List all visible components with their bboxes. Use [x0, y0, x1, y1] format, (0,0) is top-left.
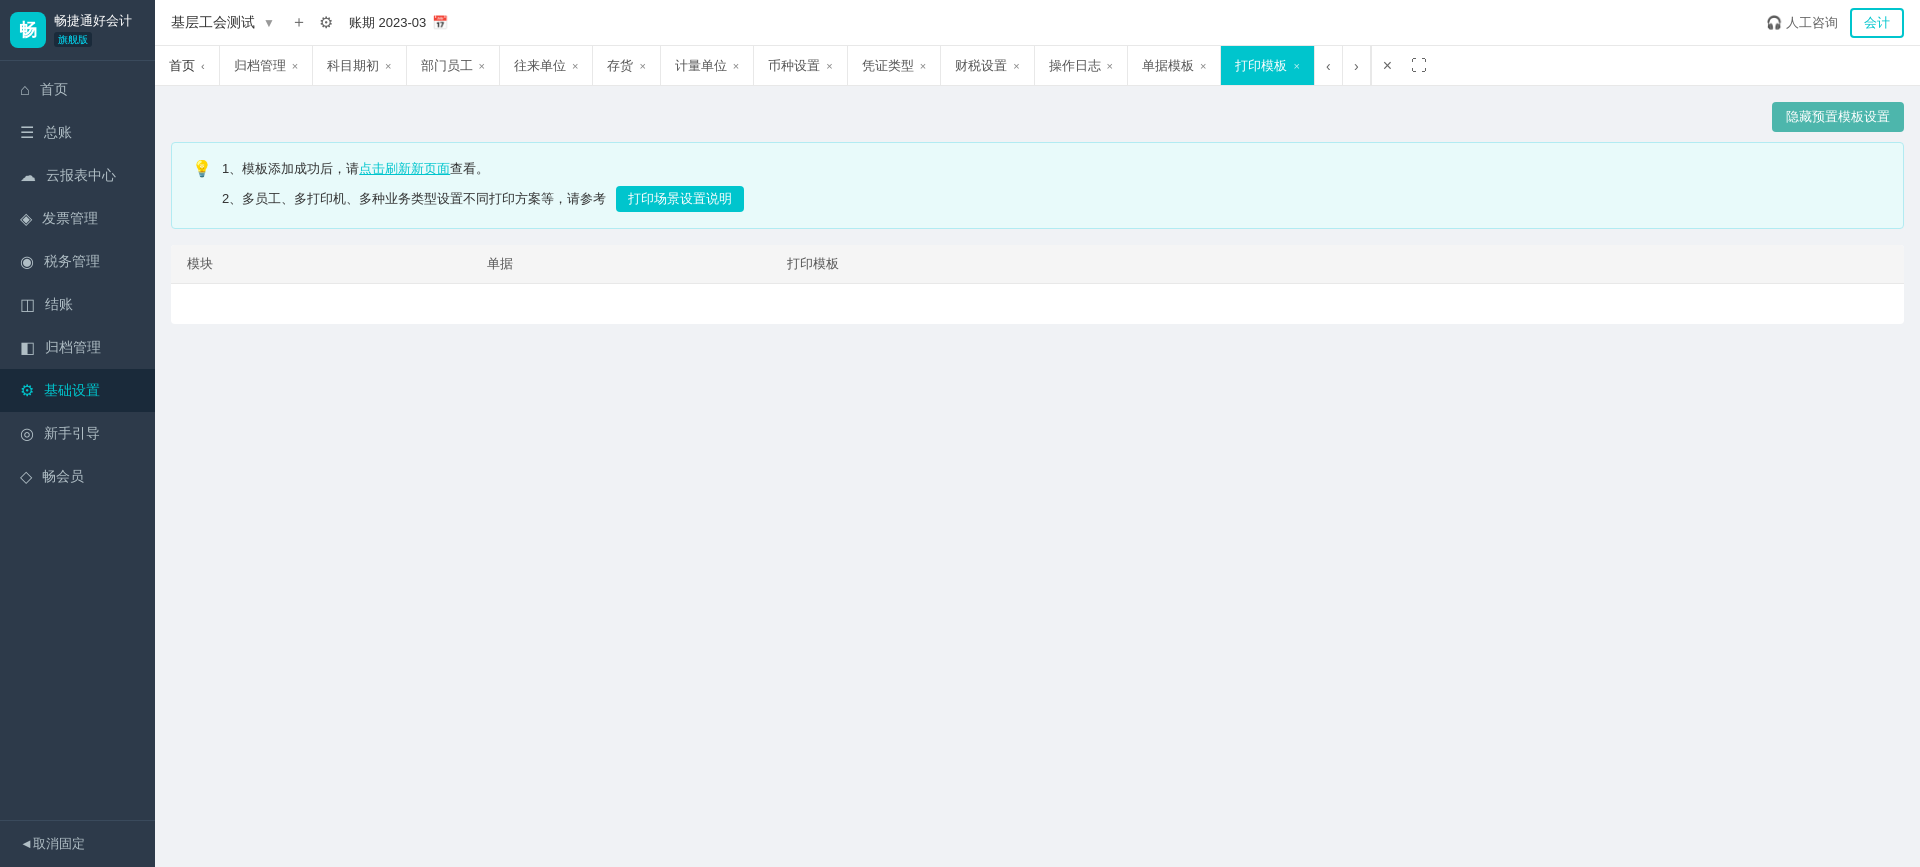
notice-row-2: 💡 2、多员工、多打印机、多种业务类型设置不同打印方案等，请参考 打印场景设置说…	[192, 186, 1883, 212]
ledger-icon: ☰	[20, 123, 34, 142]
tabbar: 首页 ‹ 归档管理 × 科目期初 × 部门员工 × 往来单位 × 存货 × 计量…	[155, 46, 1920, 86]
tab-tax-settings[interactable]: 财税设置 ×	[941, 46, 1034, 86]
sidebar-item-closing[interactable]: ◫ 结账	[0, 283, 155, 326]
tab-prev-btn[interactable]: ‹	[1315, 46, 1343, 86]
tab-home-nav-icon: ‹	[201, 60, 205, 72]
add-tab-btn[interactable]: ＋	[291, 12, 307, 33]
closing-icon: ◫	[20, 295, 35, 314]
period-value: 2023-03	[379, 15, 427, 30]
headset-icon: 🎧	[1766, 15, 1782, 30]
bulb-icon: 💡	[192, 159, 212, 178]
tab-unit[interactable]: 计量单位 ×	[661, 46, 754, 86]
topbar-period: 账期 2023-03 📅	[349, 14, 448, 32]
tab-currency-close[interactable]: ×	[826, 60, 832, 72]
hide-preview-btn[interactable]: 隐藏预置模板设置	[1772, 102, 1904, 132]
tab-voucher-type-close[interactable]: ×	[920, 60, 926, 72]
col-module-header: 模块	[187, 255, 487, 273]
sidebar-item-settings[interactable]: ⚙ 基础设置	[0, 369, 155, 412]
tab-expand-btn[interactable]: ⛶	[1403, 46, 1435, 86]
tab-print-template[interactable]: 打印模板 ×	[1221, 46, 1314, 86]
table-empty-body	[171, 284, 1904, 324]
sidebar-item-member[interactable]: ◇ 畅会员	[0, 455, 155, 498]
cloud-icon: ☁	[20, 166, 36, 185]
tab-dept-staff[interactable]: 部门员工 ×	[407, 46, 500, 86]
tab-subject-init[interactable]: 科目期初 ×	[313, 46, 406, 86]
sidebar-item-guide[interactable]: ◎ 新手引导	[0, 412, 155, 455]
tab-single-form-close[interactable]: ×	[1200, 60, 1206, 72]
tab-archive-mgmt[interactable]: 归档管理 ×	[220, 46, 313, 86]
tab-next-btn[interactable]: ›	[1343, 46, 1371, 86]
print-scene-btn[interactable]: 打印场景设置说明	[616, 186, 744, 212]
sidebar-item-ledger[interactable]: ☰ 总账	[0, 111, 155, 154]
sidebar: 畅 畅捷通好会计 旗舰版 ⌂ 首页 ☰ 总账 ☁ 云报表中心 ◈ 发票管理 ◉ …	[0, 0, 155, 867]
content-area: 隐藏预置模板设置 💡 1、模板添加成功后，请点击刷新新页面查看。 💡 2、多员工…	[155, 86, 1920, 867]
company-dropdown-icon[interactable]: ▼	[263, 16, 275, 30]
hide-preview-area: 隐藏预置模板设置	[171, 102, 1904, 132]
sidebar-item-reports[interactable]: ☁ 云报表中心	[0, 154, 155, 197]
tab-inventory[interactable]: 存货 ×	[593, 46, 660, 86]
settings-icon: ⚙	[20, 381, 34, 400]
tab-counterpart[interactable]: 往来单位 ×	[500, 46, 593, 86]
tab-op-log[interactable]: 操作日志 ×	[1035, 46, 1128, 86]
tab-unit-close[interactable]: ×	[733, 60, 739, 72]
sidebar-logo: 畅 畅捷通好会计 旗舰版	[0, 0, 155, 61]
home-icon: ⌂	[20, 81, 30, 99]
data-table: 模块 单据 打印模板	[171, 245, 1904, 324]
col-voucher-header: 单据	[487, 255, 787, 273]
tab-voucher-type[interactable]: 凭证类型 ×	[848, 46, 941, 86]
notice-text-1: 1、模板添加成功后，请点击刷新新页面查看。	[222, 159, 489, 180]
tab-inventory-close[interactable]: ×	[639, 60, 645, 72]
archive-icon: ◧	[20, 338, 35, 357]
sidebar-nav: ⌂ 首页 ☰ 总账 ☁ 云报表中心 ◈ 发票管理 ◉ 税务管理 ◫ 结账 ◧ 归…	[0, 61, 155, 820]
notice-row-1: 💡 1、模板添加成功后，请点击刷新新页面查看。	[192, 159, 1883, 180]
tab-subject-init-close[interactable]: ×	[385, 60, 391, 72]
topbar-right: 🎧 人工咨询 会计	[1766, 8, 1904, 38]
tab-single-form[interactable]: 单据模板 ×	[1128, 46, 1221, 86]
tab-currency[interactable]: 币种设置 ×	[754, 46, 847, 86]
tab-home[interactable]: 首页 ‹	[155, 46, 220, 86]
sidebar-item-archive[interactable]: ◧ 归档管理	[0, 326, 155, 369]
topbar-actions: ＋ ⚙	[291, 12, 333, 33]
tab-counterpart-close[interactable]: ×	[572, 60, 578, 72]
tab-tax-settings-close[interactable]: ×	[1013, 60, 1019, 72]
sidebar-item-tax[interactable]: ◉ 税务管理	[0, 240, 155, 283]
tax-icon: ◉	[20, 252, 34, 271]
sidebar-unpin-btn[interactable]: ◄取消固定	[0, 820, 155, 867]
invoice-icon: ◈	[20, 209, 32, 228]
guide-icon: ◎	[20, 424, 34, 443]
kuaiji-btn[interactable]: 会计	[1850, 8, 1904, 38]
notice-text-2: 2、多员工、多打印机、多种业务类型设置不同打印方案等，请参考 打印场景设置说明	[222, 186, 750, 212]
tab-op-log-close[interactable]: ×	[1107, 60, 1113, 72]
tab-archive-mgmt-close[interactable]: ×	[292, 60, 298, 72]
tab-close-all-btn[interactable]: ×	[1371, 46, 1403, 86]
table-header: 模块 单据 打印模板	[171, 245, 1904, 284]
company-name[interactable]: 基层工会测试 ▼	[171, 14, 275, 32]
main-area: 基层工会测试 ▼ ＋ ⚙ 账期 2023-03 📅 🎧 人工咨询 会计 首页 ‹…	[155, 0, 1920, 867]
sidebar-item-invoice[interactable]: ◈ 发票管理	[0, 197, 155, 240]
logo-text: 畅捷通好会计 旗舰版	[54, 13, 132, 48]
col-template-header: 打印模板	[787, 255, 1888, 273]
refresh-link[interactable]: 点击刷新新页面	[359, 161, 450, 176]
settings-btn[interactable]: ⚙	[319, 13, 333, 32]
topbar: 基层工会测试 ▼ ＋ ⚙ 账期 2023-03 📅 🎧 人工咨询 会计	[155, 0, 1920, 46]
tab-dept-staff-close[interactable]: ×	[479, 60, 485, 72]
sidebar-item-home[interactable]: ⌂ 首页	[0, 69, 155, 111]
member-icon: ◇	[20, 467, 32, 486]
notice-box: 💡 1、模板添加成功后，请点击刷新新页面查看。 💡 2、多员工、多打印机、多种业…	[171, 142, 1904, 229]
tab-print-template-close[interactable]: ×	[1293, 60, 1299, 72]
logo-icon: 畅	[10, 12, 46, 48]
customer-service-btn[interactable]: 🎧 人工咨询	[1766, 14, 1838, 32]
calendar-icon[interactable]: 📅	[432, 15, 448, 30]
